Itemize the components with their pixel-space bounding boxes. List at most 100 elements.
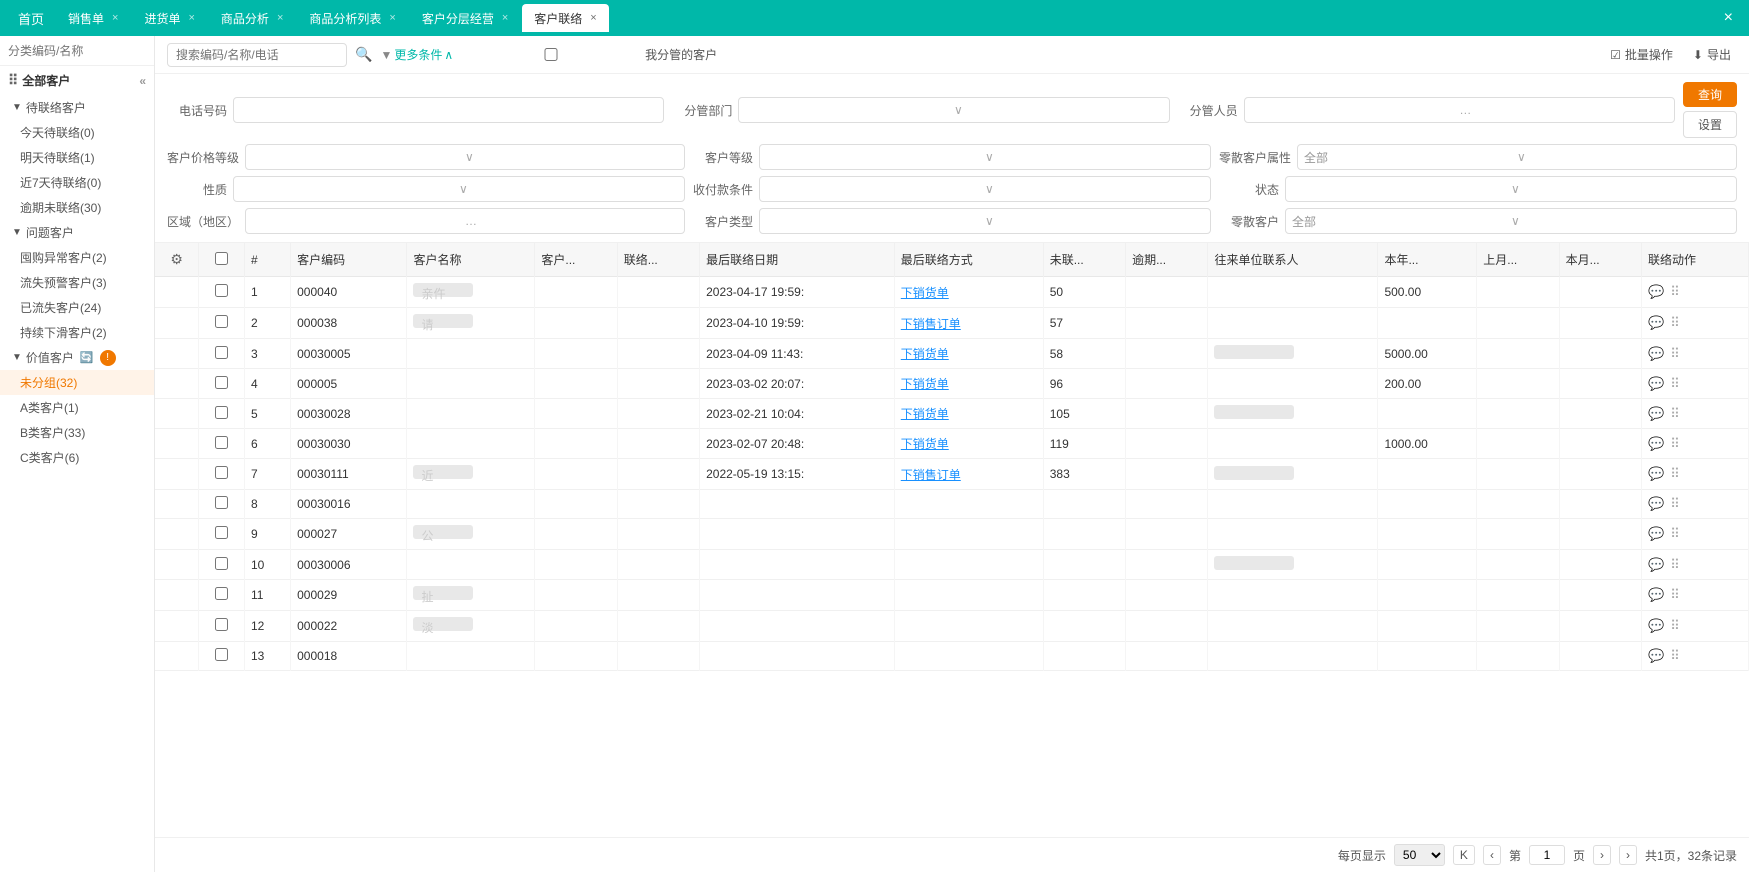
grid-action-icon[interactable]: ⠿ <box>1670 284 1680 300</box>
grid-action-icon[interactable]: ⠿ <box>1670 436 1680 452</box>
last-way-link[interactable]: 下销货单 <box>901 407 949 421</box>
row-checkbox[interactable] <box>215 346 228 359</box>
row-checkbox[interactable] <box>215 406 228 419</box>
search-button[interactable]: 查询 <box>1683 82 1737 107</box>
close-icon[interactable]: × <box>112 12 118 24</box>
my-customers-checkbox[interactable]: 我分管的客户 <box>461 46 717 63</box>
settings-icon[interactable]: ⚙ <box>170 251 183 267</box>
reset-button[interactable]: 设置 <box>1683 111 1737 138</box>
nav-home[interactable]: 首页 <box>8 4 54 32</box>
sidebar-item-overdue[interactable]: 逾期未联络(30) <box>0 195 154 220</box>
col-contact-person[interactable]: 联络... <box>617 243 699 277</box>
sidebar-search-input[interactable] <box>8 44 155 58</box>
close-icon[interactable]: × <box>389 12 395 24</box>
message-icon[interactable]: 💬 <box>1648 376 1664 392</box>
row-checkbox[interactable] <box>215 284 228 297</box>
grid-action-icon[interactable]: ⠿ <box>1670 406 1680 422</box>
col-this-month[interactable]: 本月... <box>1559 243 1641 277</box>
sidebar-item-declining[interactable]: 持续下滑客户(2) <box>0 320 154 345</box>
col-contacts[interactable]: 往来单位联系人 <box>1208 243 1378 277</box>
message-icon[interactable]: 💬 <box>1648 436 1664 452</box>
close-icon[interactable]: × <box>188 12 194 24</box>
col-last-date[interactable]: 最后联络日期 <box>700 243 895 277</box>
sidebar-item-churned[interactable]: 已流失客户(24) <box>0 295 154 320</box>
message-icon[interactable]: 💬 <box>1648 618 1664 634</box>
nav-tab-product-analysis[interactable]: 商品分析 × <box>209 4 295 32</box>
row-checkbox[interactable] <box>215 526 228 539</box>
sidebar-group-value[interactable]: ▼ 价值客户 🔄 ! <box>0 345 154 370</box>
sidebar-item-class-c[interactable]: C类客户(6) <box>0 445 154 470</box>
gender-select[interactable]: ∨ <box>233 176 685 202</box>
nav-tab-purchase[interactable]: 进货单 × <box>132 4 206 32</box>
row-checkbox[interactable] <box>215 376 228 389</box>
close-all-tabs[interactable]: × <box>1716 9 1741 27</box>
col-last-month[interactable]: 上月... <box>1477 243 1559 277</box>
row-checkbox[interactable] <box>215 496 228 509</box>
message-icon[interactable]: 💬 <box>1648 346 1664 362</box>
search-input[interactable] <box>167 43 347 67</box>
message-icon[interactable]: 💬 <box>1648 466 1664 482</box>
row-checkbox[interactable] <box>215 587 228 600</box>
sidebar-group-problem[interactable]: ▼ 问题客户 <box>0 220 154 245</box>
grid-action-icon[interactable]: ⠿ <box>1670 496 1680 512</box>
last-way-link[interactable]: 下销售订单 <box>901 317 961 331</box>
last-page-button[interactable]: › <box>1619 845 1637 865</box>
batch-operation-button[interactable]: ☑ 批量操作 <box>1604 42 1679 67</box>
message-icon[interactable]: 💬 <box>1648 526 1664 542</box>
message-icon[interactable]: 💬 <box>1648 284 1664 300</box>
row-checkbox[interactable] <box>215 618 228 631</box>
all-customers-header[interactable]: ⠿ 全部客户 « <box>0 66 154 95</box>
nav-tab-customer-mgmt[interactable]: 客户分层经营 × <box>410 4 520 32</box>
grid-action-icon[interactable]: ⠿ <box>1670 618 1680 634</box>
price-level-select[interactable]: ∨ <box>245 144 685 170</box>
more-conditions-button[interactable]: ▼ 更多条件 ∧ <box>380 46 453 63</box>
sidebar-item-churn-warning[interactable]: 流失预警客户(3) <box>0 270 154 295</box>
row-checkbox[interactable] <box>215 648 228 661</box>
sidebar-item-7days[interactable]: 近7天待联络(0) <box>0 170 154 195</box>
message-icon[interactable]: 💬 <box>1648 315 1664 331</box>
nav-tab-customer-contact[interactable]: 客户联络 × <box>522 4 608 32</box>
manager-select[interactable]: … <box>1244 97 1675 123</box>
collapse-icon[interactable]: « <box>139 74 146 88</box>
grid-action-icon[interactable]: ⠿ <box>1670 315 1680 331</box>
page-number-input[interactable] <box>1529 845 1565 865</box>
grid-action-icon[interactable]: ⠿ <box>1670 557 1680 573</box>
message-icon[interactable]: 💬 <box>1648 557 1664 573</box>
col-overdue[interactable]: 逾期... <box>1126 243 1208 277</box>
sidebar-item-class-a[interactable]: A类客户(1) <box>0 395 154 420</box>
payment-select[interactable]: ∨ <box>759 176 1211 202</box>
col-last-way[interactable]: 最后联络方式 <box>894 243 1043 277</box>
phone-input[interactable] <box>233 97 664 123</box>
close-icon[interactable]: × <box>277 12 283 24</box>
message-icon[interactable]: 💬 <box>1648 406 1664 422</box>
search-button[interactable]: 🔍 <box>355 46 372 63</box>
col-name[interactable]: 客户名称 <box>407 243 535 277</box>
message-icon[interactable]: 💬 <box>1648 648 1664 664</box>
customer-level-select[interactable]: ∨ <box>759 144 1211 170</box>
last-way-link[interactable]: 下销货单 <box>901 347 949 361</box>
grid-action-icon[interactable]: ⠿ <box>1670 466 1680 482</box>
col-gear[interactable]: ⚙ <box>155 243 199 277</box>
first-page-button[interactable]: K <box>1453 845 1475 865</box>
grid-action-icon[interactable]: ⠿ <box>1670 346 1680 362</box>
col-customer-type[interactable]: 客户... <box>535 243 617 277</box>
row-checkbox[interactable] <box>215 557 228 570</box>
col-code[interactable]: 客户编码 <box>291 243 407 277</box>
row-checkbox[interactable] <box>215 466 228 479</box>
last-way-link[interactable]: 下销货单 <box>901 286 949 300</box>
grid-action-icon[interactable]: ⠿ <box>1670 587 1680 603</box>
my-customers-check[interactable] <box>461 48 641 61</box>
last-way-link[interactable]: 下销货单 <box>901 377 949 391</box>
row-checkbox[interactable] <box>215 315 228 328</box>
sidebar-item-class-b[interactable]: B类客户(33) <box>0 420 154 445</box>
grid-action-icon[interactable]: ⠿ <box>1670 376 1680 392</box>
sidebar-item-abnormal[interactable]: 囤购异常客户(2) <box>0 245 154 270</box>
export-button[interactable]: ⬇ 导出 <box>1687 42 1737 67</box>
grid-action-icon[interactable]: ⠿ <box>1670 648 1680 664</box>
sidebar-item-tomorrow[interactable]: 明天待联络(1) <box>0 145 154 170</box>
customer-type-select[interactable]: ∨ <box>759 208 1211 234</box>
message-icon[interactable]: 💬 <box>1648 587 1664 603</box>
nav-tab-product-list[interactable]: 商品分析列表 × <box>297 4 407 32</box>
zero-retail-attr-select[interactable]: 全部 ∨ <box>1297 144 1737 170</box>
sidebar-item-today[interactable]: 今天待联络(0) <box>0 120 154 145</box>
